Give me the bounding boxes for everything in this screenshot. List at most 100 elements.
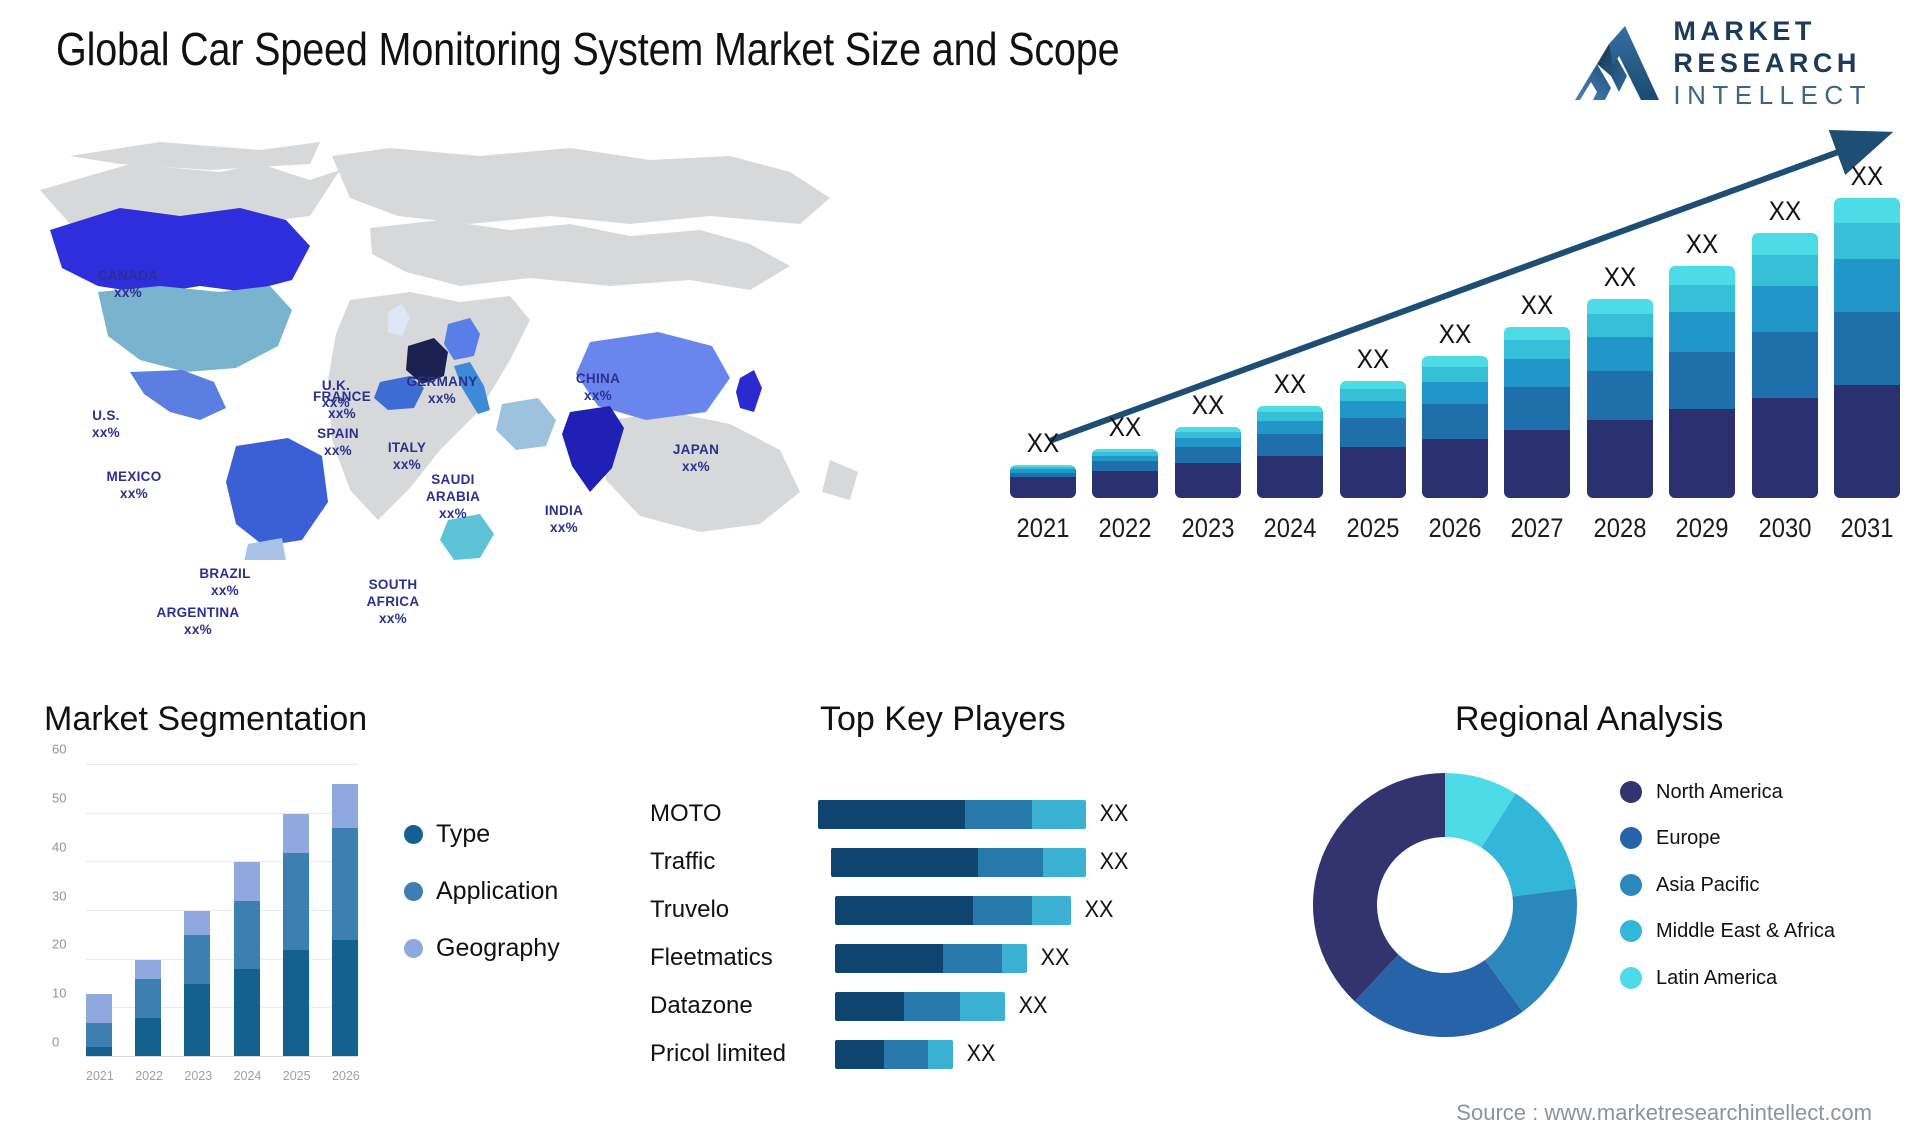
- player-row: Pricol limited XX: [650, 1030, 1130, 1078]
- player-value-label: XX: [1084, 896, 1114, 923]
- player-bar: [818, 799, 1086, 829]
- growth-bar-segment: [1586, 420, 1653, 498]
- player-bar-segment: [977, 847, 1043, 877]
- player-bar: [835, 943, 1027, 973]
- legend-color-dot: [404, 825, 423, 844]
- player-bar-segment: [835, 895, 973, 925]
- segmentation-y-tick: 60: [52, 741, 67, 757]
- map-country-label: ARGENTINA xx%: [157, 605, 240, 639]
- player-bar-segment: [972, 895, 1032, 925]
- segmentation-legend-label: Geography: [436, 934, 560, 962]
- player-name-label: Datazone: [650, 992, 753, 1019]
- player-bar-segment: [835, 943, 944, 973]
- growth-bar-column: XX: [1092, 412, 1159, 498]
- growth-bar-segment: [1833, 198, 1900, 223]
- segmentation-bar-segment: [331, 784, 358, 829]
- segmentation-bar-segment: [86, 993, 112, 1023]
- segmentation-legend-label: Application: [436, 877, 559, 905]
- growth-bar-segment: [1833, 259, 1900, 312]
- regional-legend-label: North America: [1656, 781, 1783, 803]
- growth-bar-value-label: XX: [1438, 319, 1472, 350]
- segmentation-bar-segment: [282, 813, 309, 853]
- player-bar-segment: [835, 1039, 885, 1069]
- market-segmentation-title: Market Segmentation: [44, 700, 368, 738]
- growth-year-label: 2026: [1428, 513, 1482, 543]
- market-segmentation-chart: 0 10 20 30 40 50 60 2021 2022 2023 2024 2025 2026: [44, 742, 364, 1095]
- segmentation-y-tick: 30: [52, 888, 67, 903]
- country-saudi-arabia: [496, 398, 556, 450]
- growth-year-label: 2022: [1098, 513, 1152, 543]
- player-name-label: Pricol limited: [650, 1040, 787, 1067]
- segmentation-bar-segment: [184, 984, 211, 1057]
- map-country-value: xx%: [211, 582, 239, 598]
- growth-bar-segment: [1669, 266, 1736, 285]
- map-country-name: BRAZIL: [199, 566, 251, 581]
- regional-analysis-title: Regional Analysis: [1455, 700, 1724, 738]
- legend-color-dot: [404, 882, 423, 901]
- growth-bar-segment: [1257, 433, 1324, 456]
- source-attribution: Source : www.marketresearchintellect.com: [1456, 1100, 1872, 1125]
- growth-bar-segment: [1339, 400, 1406, 419]
- growth-bar-column: XX: [1586, 262, 1653, 498]
- growth-bar-column: XX: [1751, 196, 1818, 498]
- logo-line-intellect: INTELLECT: [1673, 80, 1872, 110]
- player-bar-segment: [965, 799, 1033, 829]
- growth-bar-segment: [1751, 233, 1818, 255]
- segmentation-bar-segment: [233, 969, 260, 1057]
- country-mexico: [130, 370, 226, 420]
- growth-bar-segment: [1421, 381, 1488, 405]
- legend-color-dot: [1620, 873, 1642, 896]
- legend-color-dot: [1620, 827, 1642, 850]
- segmentation-bar-segment: [184, 911, 211, 936]
- growth-bar-segment: [1421, 366, 1488, 382]
- growth-bar-column: XX: [1504, 290, 1571, 498]
- segmentation-x-label: 2021: [86, 1069, 114, 1083]
- segmentation-bar-segment: [282, 852, 309, 950]
- growth-bar-segment: [1257, 412, 1324, 421]
- world-map-svg: [40, 142, 858, 630]
- segmentation-bar-column: [135, 765, 162, 1057]
- legend-color-dot: [404, 939, 423, 958]
- growth-bar-segment: [1174, 447, 1241, 463]
- donut-chart-svg: [1313, 773, 1577, 1037]
- growth-bar-segment: [1833, 222, 1900, 260]
- player-value-label: XX: [1040, 944, 1070, 971]
- country-china: [576, 332, 730, 420]
- map-country-label: BRAZIL xx%: [199, 566, 250, 600]
- growth-bar-segment: [1092, 470, 1159, 498]
- segmentation-bar-segment: [135, 1018, 162, 1057]
- regional-analysis-legend: North America Europe Asia Pacific Middle Ea…: [1620, 780, 1835, 1012]
- growth-bar-segment: [1339, 381, 1406, 389]
- segmentation-legend-item: Geography: [404, 934, 560, 963]
- growth-year-label: 2030: [1758, 513, 1811, 543]
- player-bar: [835, 991, 1005, 1021]
- top-key-players-chart: MOTO XX Traffic XX Truvelo XX Fleetmatics XX Dat…: [650, 790, 1130, 1078]
- regional-legend-item: North America: [1620, 780, 1835, 804]
- segmentation-bar-column: [282, 765, 309, 1057]
- player-row: Truvelo XX: [650, 886, 1130, 934]
- segmentation-legend-item: Type: [404, 820, 560, 849]
- regional-analysis-donut: [1305, 760, 1585, 1050]
- segmentation-x-label: 2025: [282, 1069, 311, 1083]
- growth-bar-segment: [1669, 408, 1736, 498]
- player-row: MOTO XX: [650, 790, 1130, 838]
- logo-mark-icon: [1575, 26, 1660, 100]
- player-name-label: Truvelo: [650, 896, 730, 923]
- segmentation-legend: Type Application Geography: [404, 820, 560, 991]
- growth-bar: [1010, 465, 1076, 498]
- player-value-label: XX: [1018, 992, 1048, 1019]
- regional-legend-item: Latin America: [1620, 966, 1835, 990]
- logo-line-research: RESEARCH: [1673, 48, 1861, 78]
- growth-bar-segment: [1504, 386, 1571, 430]
- player-value-label: XX: [1099, 848, 1129, 875]
- country-japan: [736, 370, 762, 412]
- growth-bar-segment: [1421, 404, 1488, 440]
- growth-bar-segment: [1339, 418, 1406, 448]
- segmentation-bar-segment: [135, 979, 162, 1019]
- legend-color-dot: [1620, 781, 1642, 803]
- player-bar-segment: [835, 991, 904, 1021]
- player-name-label: MOTO: [650, 800, 722, 827]
- regional-legend-item: Middle East & Africa: [1620, 919, 1835, 943]
- growth-bar-column: XX: [1339, 344, 1406, 498]
- growth-bar-segment: [1504, 429, 1571, 498]
